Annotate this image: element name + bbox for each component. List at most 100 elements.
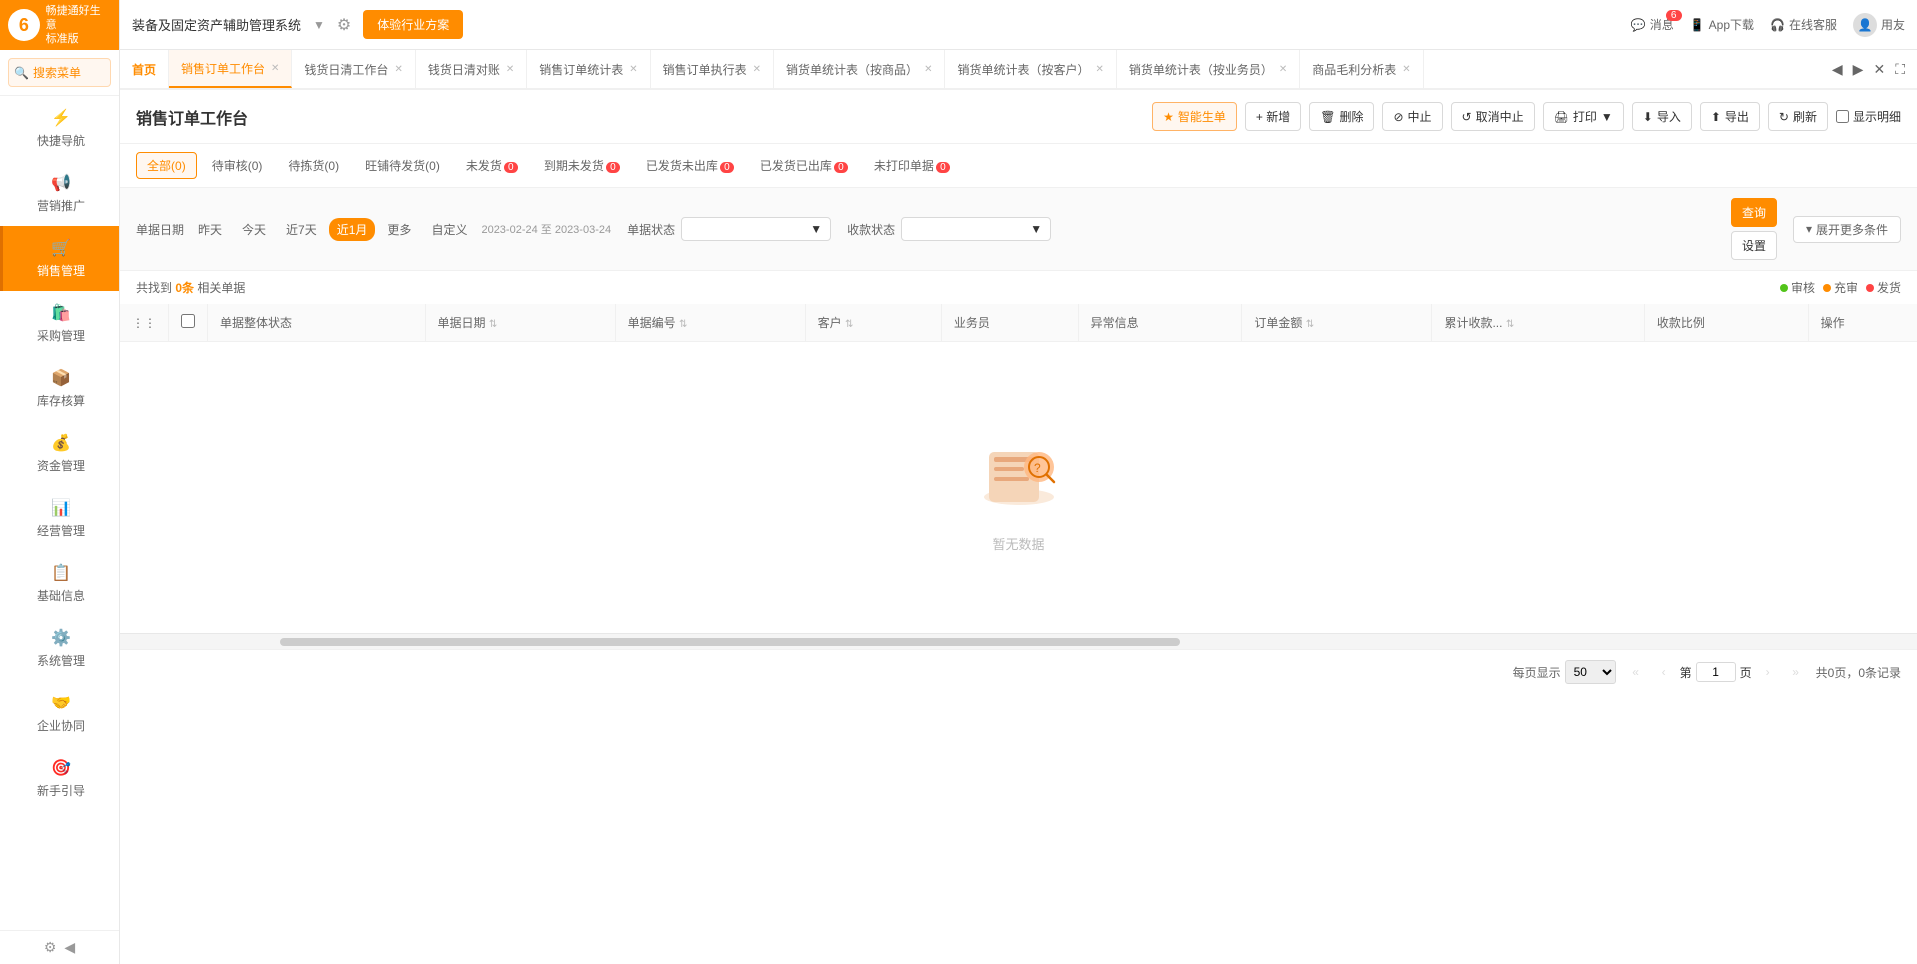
tab-cash-reconcile[interactable]: 钱货日清对账 ✕ — [416, 50, 527, 88]
tab-sale-stats-staff[interactable]: 销货单统计表（按业务员） ✕ — [1117, 50, 1300, 88]
last-page-button[interactable]: » — [1784, 660, 1808, 684]
print-button[interactable]: 🖨 打印 ▼ — [1543, 102, 1624, 131]
review-action[interactable]: 审核 — [1780, 279, 1815, 296]
date-sort-icon[interactable]: ⇅ — [489, 319, 497, 330]
sidebar-item-guide[interactable]: 🎯 新手引导 — [0, 746, 119, 811]
solution-button[interactable]: 体验行业方案 — [363, 10, 463, 39]
expand-down-icon: ▾ — [1806, 222, 1812, 236]
tab-close-sales-exec[interactable]: ✕ — [753, 64, 761, 75]
operations-icon: 📊 — [51, 498, 71, 518]
tab-sales-stats[interactable]: 销售订单统计表 ✕ — [527, 50, 650, 88]
sidebar-item-marketing[interactable]: 📢 营销推广 — [0, 161, 119, 226]
ship-action[interactable]: 发货 — [1866, 279, 1901, 296]
tab-close-sale-stats-staff[interactable]: ✕ — [1279, 64, 1287, 75]
sidebar-item-basic[interactable]: 📋 基础信息 — [0, 551, 119, 616]
next-page-button[interactable]: › — [1756, 660, 1780, 684]
filter-tab-wangpu-pending[interactable]: 旺铺待发货(0) — [354, 152, 451, 179]
tab-product-margin[interactable]: 商品毛利分析表 ✕ — [1300, 50, 1423, 88]
message-action[interactable]: 💬 消息 6 — [1631, 16, 1674, 33]
tab-close-sales-workbench[interactable]: ✕ — [271, 63, 279, 74]
empty-state: ? 暂无数据 — [120, 342, 1917, 633]
show-detail-checkbox[interactable] — [1836, 110, 1849, 123]
tab-sale-stats-product[interactable]: 销货单统计表（按商品） ✕ — [774, 50, 945, 88]
tab-close-product-margin[interactable]: ✕ — [1402, 64, 1410, 75]
tabbar: 首页 销售订单工作台 ✕ 钱货日清工作台 ✕ 钱货日清对账 ✕ 销售订单统计表 … — [120, 50, 1917, 90]
filter-tab-shipped-not-out[interactable]: 已发货未出库0 — [635, 152, 745, 179]
sidebar-item-inventory[interactable]: 📦 库存核算 — [0, 356, 119, 421]
filter-tab-pending-check[interactable]: 待拣货(0) — [277, 152, 350, 179]
tab-sales-exec[interactable]: 销售订单执行表 ✕ — [651, 50, 774, 88]
user-menu[interactable]: 👤 用友 — [1853, 13, 1905, 37]
system-icon: ⚙️ — [51, 628, 71, 648]
tab-scroll-right[interactable]: ▶ — [1849, 59, 1868, 80]
not-shipped-badge: 0 — [504, 162, 518, 173]
sidebar-item-finance[interactable]: 💰 资金管理 — [0, 421, 119, 486]
refresh-button[interactable]: ↻ 刷新 — [1768, 102, 1828, 131]
sidebar-item-system[interactable]: ⚙️ 系统管理 — [0, 616, 119, 681]
filter-tab-pending-review[interactable]: 待审核(0) — [201, 152, 274, 179]
tab-sales-workbench[interactable]: 销售订单工作台 ✕ — [169, 50, 292, 88]
online-service-action[interactable]: 🎧 在线客服 — [1770, 16, 1837, 33]
tab-close-sale-stats-customer[interactable]: ✕ — [1095, 64, 1103, 75]
collected-sort-icon[interactable]: ⇅ — [1506, 319, 1514, 330]
sidebar-collapse-icon[interactable]: ◀ — [64, 939, 75, 956]
tab-scroll-left[interactable]: ◀ — [1828, 59, 1847, 80]
scrollbar-thumb[interactable] — [280, 638, 1180, 646]
import-button[interactable]: ⬇ 导入 — [1632, 102, 1692, 131]
sidebar-item-quick-nav[interactable]: ⚡ 快捷导航 — [0, 96, 119, 161]
select-all-checkbox[interactable] — [181, 314, 195, 328]
tab-home[interactable]: 首页 — [120, 50, 169, 88]
tab-close-current[interactable]: ✕ — [1869, 59, 1889, 80]
topbar-dropdown-arrow[interactable]: ▼ — [313, 18, 325, 32]
expand-filters-button[interactable]: ▾ 展开更多条件 — [1793, 216, 1901, 243]
status-select[interactable]: ▼ — [681, 217, 831, 241]
tab-close-cash-reconcile[interactable]: ✕ — [506, 64, 514, 75]
amount-sort-icon[interactable]: ⇅ — [1306, 319, 1314, 330]
sidebar-item-operations[interactable]: 📊 经营管理 — [0, 486, 119, 551]
sidebar-item-enterprise[interactable]: 🤝 企业协同 — [0, 681, 119, 746]
date-btn-today[interactable]: 今天 — [234, 218, 274, 241]
prev-page-button[interactable]: ‹ — [1652, 660, 1676, 684]
date-btn-more[interactable]: 更多 — [379, 218, 419, 241]
filter-tab-shipped-out[interactable]: 已发货已出库0 — [749, 152, 859, 179]
filter-tab-not-printed[interactable]: 未打印单据0 — [863, 152, 961, 179]
app-download-action[interactable]: 📱 App下载 — [1690, 16, 1754, 33]
sidebar-settings-icon[interactable]: ⚙ — [44, 939, 57, 956]
date-btn-1month[interactable]: 近1月 — [329, 218, 376, 241]
page-size-select[interactable]: 10 20 50 100 — [1565, 660, 1616, 684]
date-btn-custom[interactable]: 自定义 — [423, 218, 475, 241]
tab-cash-daily[interactable]: 钱货日清工作台 ✕ — [292, 50, 415, 88]
export-button[interactable]: ⬆ 导出 — [1700, 102, 1760, 131]
data-table: ⋮⋮ 单据整体状态 单据日期 ⇅ 单据编号 ⇅ 客户 ⇅ 业务员 异常信息 订单… — [120, 304, 1917, 342]
sidebar-item-sales[interactable]: 🛒 销售管理 — [0, 226, 119, 291]
settings-button[interactable]: 设置 — [1731, 231, 1777, 260]
tab-close-sales-stats[interactable]: ✕ — [629, 64, 637, 75]
tab-fullscreen[interactable]: ⛶ — [1891, 59, 1909, 80]
delete-button[interactable]: 🗑 删除 — [1309, 102, 1374, 131]
page-size-selector: 每页显示 10 20 50 100 — [1513, 660, 1616, 684]
tab-close-sale-stats-product[interactable]: ✕ — [924, 64, 932, 75]
query-button[interactable]: 查询 — [1731, 198, 1777, 227]
number-sort-icon[interactable]: ⇅ — [679, 319, 687, 330]
stop-button[interactable]: ⊘ 中止 — [1382, 102, 1442, 131]
show-detail-toggle[interactable]: 显示明细 — [1836, 108, 1901, 125]
cancel-stop-button[interactable]: ↺ 取消中止 — [1451, 102, 1535, 131]
reject-action[interactable]: 充审 — [1823, 279, 1858, 296]
tab-sale-stats-customer[interactable]: 销货单统计表（按客户） ✕ — [945, 50, 1116, 88]
sidebar-item-purchase[interactable]: 🛍️ 采购管理 — [0, 291, 119, 356]
filter-tab-all[interactable]: 全部(0) — [136, 152, 197, 179]
topbar-gear-icon[interactable]: ⚙ — [337, 15, 351, 35]
page-number-input[interactable] — [1696, 662, 1736, 682]
tab-close-cash-daily[interactable]: ✕ — [394, 64, 402, 75]
date-btn-7days[interactable]: 近7天 — [278, 218, 325, 241]
search-menu-button[interactable]: 🔍 搜索菜单 — [8, 58, 111, 87]
customer-sort-icon[interactable]: ⇅ — [845, 319, 853, 330]
horizontal-scrollbar[interactable] — [120, 633, 1917, 649]
first-page-button[interactable]: « — [1624, 660, 1648, 684]
add-button[interactable]: + 新增 — [1245, 102, 1301, 131]
date-btn-yesterday[interactable]: 昨天 — [190, 218, 230, 241]
filter-tab-not-shipped[interactable]: 未发货0 — [455, 152, 529, 179]
filter-tab-expired-not-shipped[interactable]: 到期未发货0 — [533, 152, 631, 179]
smart-create-button[interactable]: ★ 智能生单 — [1152, 102, 1237, 131]
payment-select[interactable]: ▼ — [901, 217, 1051, 241]
